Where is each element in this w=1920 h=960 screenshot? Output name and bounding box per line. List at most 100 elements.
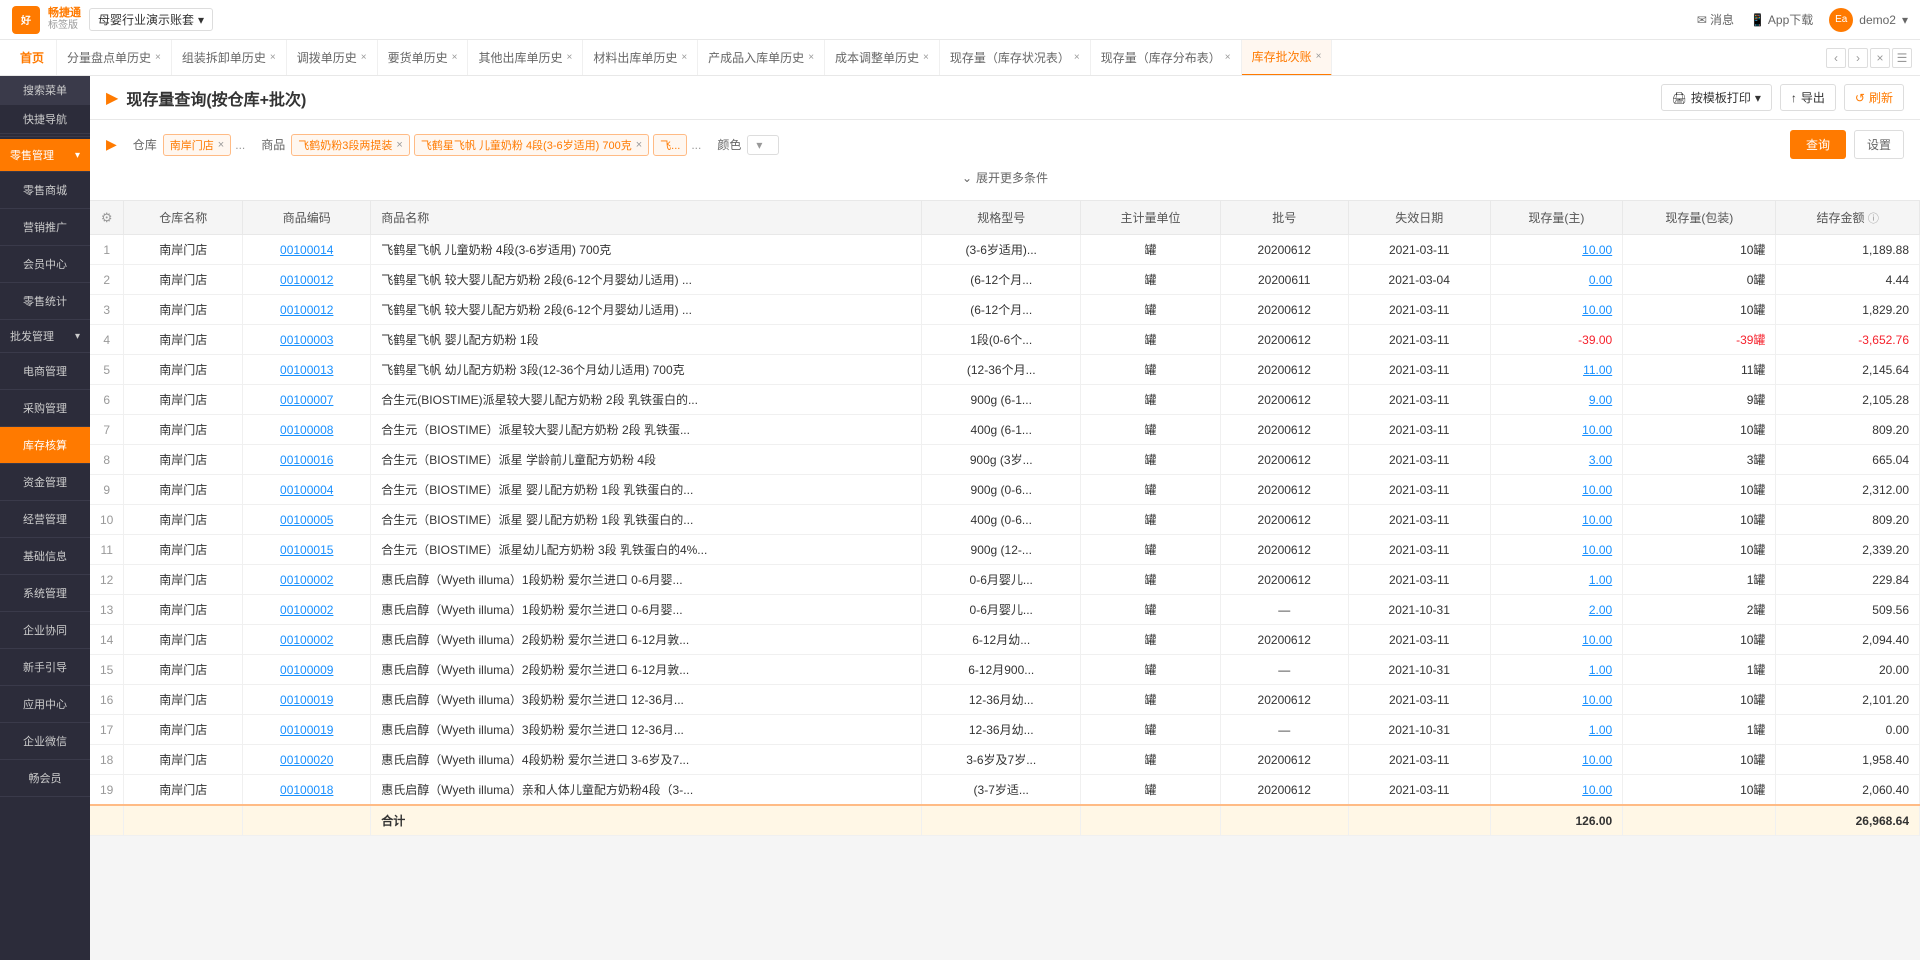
cell-code[interactable]: 00100012 [243,295,371,325]
close-icon[interactable]: × [1074,52,1080,63]
cell-qty-main[interactable]: 10.00 [1490,415,1623,445]
sidebar-item-operations[interactable]: 经营管理 [0,501,90,538]
cell-code[interactable]: 00100016 [243,445,371,475]
cell-qty-main[interactable]: 9.00 [1490,385,1623,415]
tab-kucunpici[interactable]: 库存批次账 × [1242,40,1333,76]
cell-qty-main[interactable]: 10.00 [1490,625,1623,655]
app-download-button[interactable]: 📱 App下载 [1750,11,1813,28]
cell-code[interactable]: 00100002 [243,625,371,655]
sidebar-item-sys-mgmt[interactable]: 系统管理 [0,575,90,612]
nav-menu-icon[interactable]: ☰ [1892,48,1912,68]
sidebar-item-ecommerce[interactable]: 电商管理 [0,353,90,390]
close-icon[interactable]: × [681,52,687,63]
cell-code[interactable]: 00100005 [243,505,371,535]
sidebar-item-marketing[interactable]: 营销推广 [0,209,90,246]
cell-qty-main[interactable]: 10.00 [1490,505,1623,535]
expand-more-conditions[interactable]: ⌄ 展开更多条件 [106,165,1904,190]
cell-qty-main[interactable]: 1.00 [1490,655,1623,685]
sidebar-item-app-center[interactable]: 应用中心 [0,686,90,723]
tab-cailiaochuku[interactable]: 材料出库单历史 × [583,40,698,76]
sidebar-item-retail-mgmt[interactable]: 零售管理 ▾ [0,139,90,172]
sidebar-item-finance[interactable]: 资金管理 [0,464,90,501]
tab-chengben[interactable]: 成本调整单历史 × [825,40,940,76]
gear-icon[interactable]: ⚙ [101,210,113,225]
close-icon[interactable]: × [1225,52,1231,63]
cell-qty-main[interactable]: 10.00 [1490,295,1623,325]
cell-code[interactable]: 00100019 [243,685,371,715]
cell-code[interactable]: 00100007 [243,385,371,415]
tab-fenliangpandian[interactable]: 分量盘点单历史 × [57,40,172,76]
cell-qty-main[interactable]: 10.00 [1490,775,1623,806]
cell-code[interactable]: 00100002 [243,595,371,625]
product-tag-2[interactable]: 飞鹤星飞帆 儿童奶粉 4段(3-6岁适用) 700克 × [414,134,649,156]
sidebar-item-purchase[interactable]: 采购管理 [0,390,90,427]
sidebar-item-inventory[interactable]: 库存核算 [0,427,90,464]
search-button[interactable]: 查询 [1790,130,1846,159]
export-button[interactable]: ↑ 导出 [1780,84,1836,111]
user-area[interactable]: Ea demo2 ▾ [1829,8,1908,32]
cell-code[interactable]: 00100015 [243,535,371,565]
close-icon[interactable]: × [155,52,161,63]
close-icon[interactable]: × [566,52,572,63]
cell-qty-main[interactable]: 10.00 [1490,745,1623,775]
cell-qty-main[interactable]: 10.00 [1490,475,1623,505]
sidebar-item-retail-stats[interactable]: 零售统计 [0,283,90,320]
close-icon[interactable]: × [808,52,814,63]
close-icon[interactable]: × [361,52,367,63]
more-dots[interactable]: ... [235,138,245,152]
product-tag-more[interactable]: 飞... [653,134,687,156]
cell-code[interactable]: 00100013 [243,355,371,385]
close-icon[interactable]: × [270,52,276,63]
cell-code[interactable]: 00100009 [243,655,371,685]
cell-code[interactable]: 00100014 [243,235,371,265]
sidebar-item-enterprise-wechat[interactable]: 企业微信 [0,723,90,760]
org-selector[interactable]: 母婴行业演示账套 ▾ [89,8,213,31]
color-dropdown-arrow[interactable]: ▾ [747,135,779,155]
product-tag-1[interactable]: 飞鹤奶粉3段两提装 × [291,134,410,156]
cell-qty-main[interactable]: 10.00 [1490,235,1623,265]
nav-next-arrow[interactable]: › [1848,48,1868,68]
setting-button[interactable]: 设置 [1854,130,1904,159]
cell-qty-main[interactable]: 1.00 [1490,565,1623,595]
refresh-button[interactable]: ↺ 刷新 [1844,84,1904,111]
cell-qty-main[interactable]: 1.00 [1490,715,1623,745]
nav-close-icon[interactable]: × [1870,48,1890,68]
cell-code[interactable]: 00100003 [243,325,371,355]
quick-nav-item[interactable]: 快捷导航 [0,105,90,134]
sidebar-item-enterprise[interactable]: 企业协同 [0,612,90,649]
close-icon[interactable]: × [923,52,929,63]
cell-qty-main[interactable]: 11.00 [1490,355,1623,385]
nav-prev-arrow[interactable]: ‹ [1826,48,1846,68]
cell-qty-main[interactable]: 10.00 [1490,535,1623,565]
remove-warehouse-icon[interactable]: × [218,139,224,151]
cell-code[interactable]: 00100004 [243,475,371,505]
cell-code[interactable]: 00100019 [243,715,371,745]
cell-code[interactable]: 00100012 [243,265,371,295]
tab-diaobodan[interactable]: 调拨单历史 × [287,40,378,76]
cell-qty-main[interactable]: 0.00 [1490,265,1623,295]
sidebar-item-retail-shop[interactable]: 零售商城 [0,172,90,209]
tab-xiancunfenbu[interactable]: 现存量（库存分布表）× [1091,40,1242,76]
sidebar-item-newbie[interactable]: 新手引导 [0,649,90,686]
remove-product2-icon[interactable]: × [636,139,642,151]
close-icon[interactable]: × [1316,51,1322,62]
cell-qty-main[interactable]: 3.00 [1490,445,1623,475]
expand-arrow[interactable]: ▶ [106,88,118,108]
cell-code[interactable]: 00100020 [243,745,371,775]
filter-expand-arrow[interactable]: ▶ [106,136,117,153]
sidebar-item-member[interactable]: 会员中心 [0,246,90,283]
tab-home[interactable]: 首页 [8,40,57,76]
search-menu-item[interactable]: 搜索菜单 [0,76,90,105]
info-icon[interactable]: ⓘ [1868,213,1879,225]
cell-code[interactable]: 00100018 [243,775,371,806]
cell-qty-main[interactable]: 10.00 [1490,685,1623,715]
sidebar-item-changhui[interactable]: 畅会员 [0,760,90,797]
template-print-button[interactable]: 🖨 按模板打印 ▾ [1661,84,1772,111]
tab-qitachuku[interactable]: 其他出库单历史 × [468,40,583,76]
tab-chanpin[interactable]: 产成品入库单历史 × [698,40,825,76]
sidebar-item-basic-info[interactable]: 基础信息 [0,538,90,575]
messages-button[interactable]: ✉ 消息 [1697,11,1734,28]
product-more-dots[interactable]: ... [691,138,701,152]
tab-yaohuo[interactable]: 要货单历史 × [378,40,469,76]
cell-code[interactable]: 00100008 [243,415,371,445]
